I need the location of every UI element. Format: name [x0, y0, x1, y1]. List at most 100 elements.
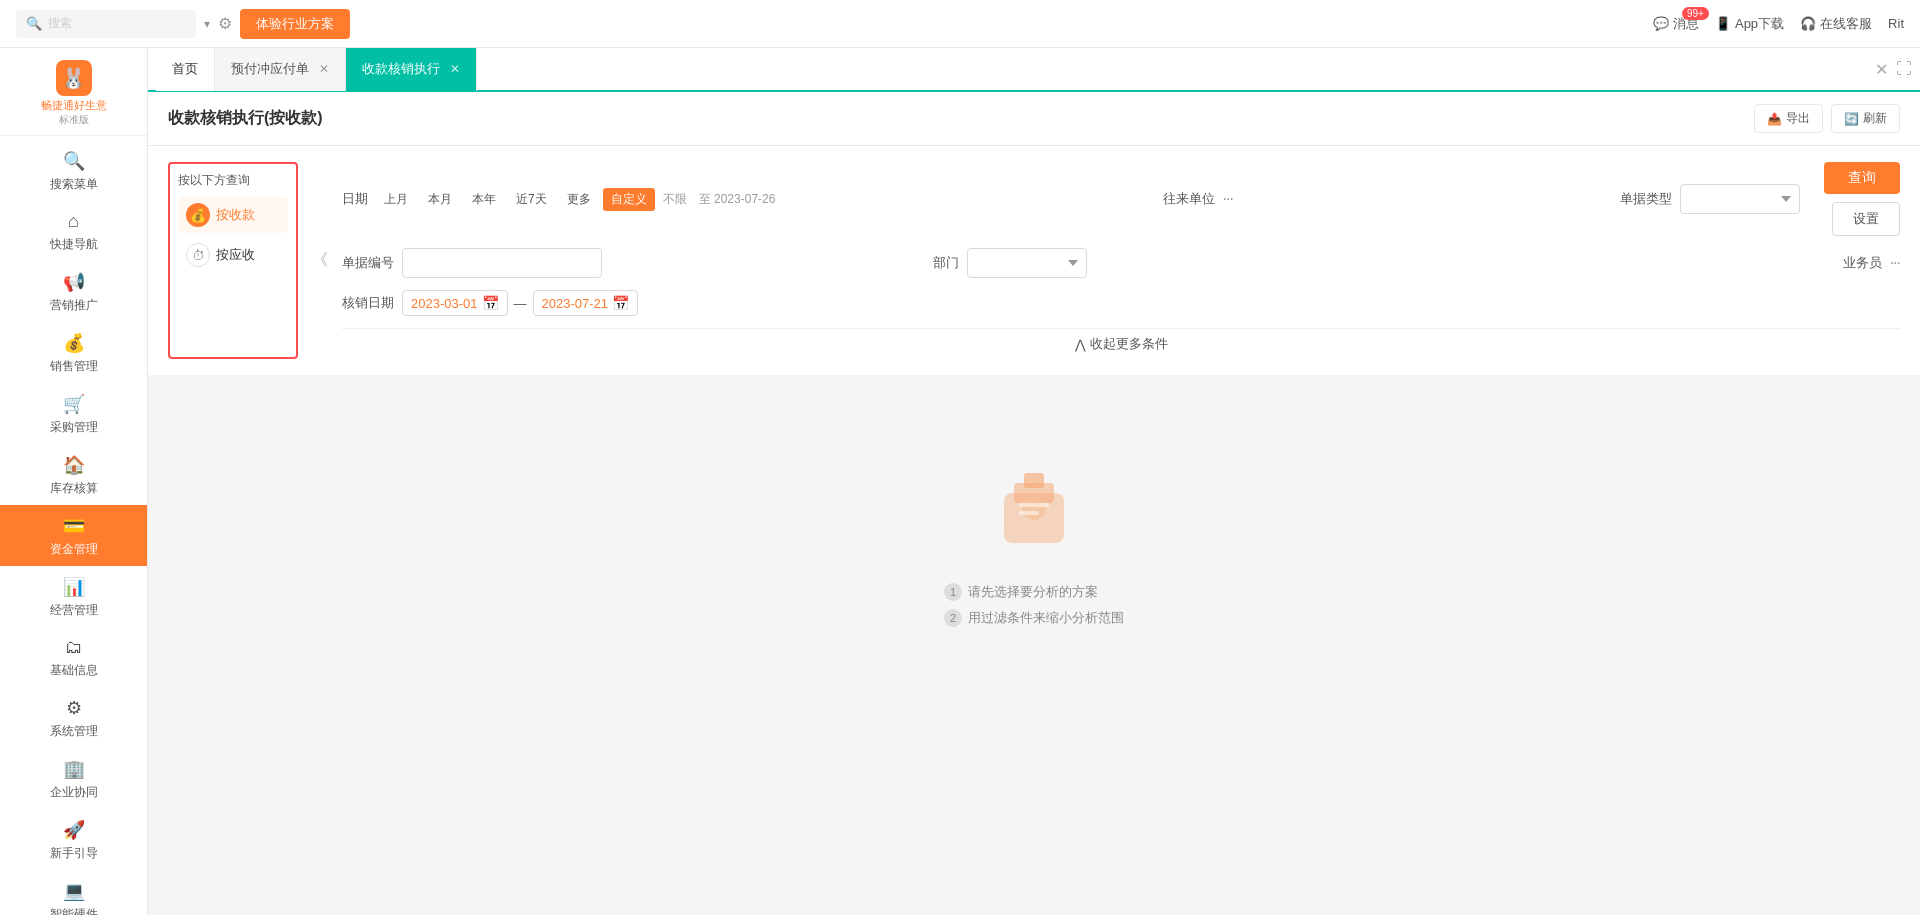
tab-prepay[interactable]: 预付冲应付单✕	[215, 48, 346, 91]
empty-tip-1: 2 用过滤条件来缩小分析范围	[944, 605, 1124, 631]
tab-bar: 首页预付冲应付单✕ 收款核销执行 ✕ ✕ ⛶	[148, 48, 1920, 92]
date-separator: —	[514, 296, 527, 311]
tab-close-prepay[interactable]: ✕	[319, 62, 329, 76]
verify-date-range: 2023-03-01 📅 — 2023-07-21 📅	[402, 290, 638, 316]
verify-date-start-input[interactable]: 2023-03-01 📅	[402, 290, 508, 316]
basic-icon: 🗂	[65, 637, 83, 658]
basic-label: 基础信息	[50, 662, 98, 679]
sidebar-item-marketing[interactable]: 📢 营销推广	[0, 261, 147, 322]
sidebar-item-system[interactable]: ⚙ 系统管理	[0, 687, 147, 748]
logo-icon: 🐰	[56, 60, 92, 96]
sidebar-item-enterprise[interactable]: 🏢 企业协同	[0, 748, 147, 809]
doc-type-label: 单据类型	[1620, 190, 1672, 208]
by-receipt-label: 按收款	[216, 206, 255, 224]
marketing-label: 营销推广	[50, 297, 98, 314]
staff-field: 业务员 ···	[1843, 254, 1900, 272]
export-icon: 📤	[1767, 112, 1782, 126]
verify-date-field: 核销日期 2023-03-01 📅 — 2023-07-21	[342, 290, 638, 316]
collapse-left-icon: 《	[312, 250, 328, 271]
app-download-item[interactable]: 📱 App下载	[1715, 15, 1784, 33]
operation-icon: 📊	[63, 576, 85, 598]
date-this-month[interactable]: 本月	[420, 188, 460, 211]
date-custom[interactable]: 自定义	[603, 188, 655, 211]
query-button[interactable]: 查询	[1824, 162, 1900, 194]
collapse-more-btn[interactable]: ⋀ 收起更多条件	[342, 328, 1900, 359]
filter-main: 日期 上月 本月 本年 近7天 更多 自定义 不限	[342, 162, 1900, 359]
settings-icon[interactable]: ⚙	[218, 14, 232, 33]
message-icon: 💬	[1653, 16, 1669, 31]
refresh-button[interactable]: 🔄 刷新	[1831, 104, 1900, 133]
sidebar-item-hardware[interactable]: 💻 智能硬件	[0, 870, 147, 915]
sidebar-item-guide[interactable]: 🚀 新手引导	[0, 809, 147, 870]
verify-date-end-input[interactable]: 2023-07-21 📅	[533, 290, 639, 316]
doc-no-field: 单据编号	[342, 248, 602, 278]
date-options: 上月 本月 本年 近7天 更多 自定义	[376, 188, 655, 211]
tab-label-receipt: 收款核销执行	[362, 60, 440, 78]
filter-by-receivable[interactable]: ⏱ 按应收	[178, 237, 288, 273]
close-tab-action[interactable]: ✕	[1875, 60, 1888, 79]
search-box[interactable]: 🔍 搜索	[16, 10, 196, 38]
dept-label: 部门	[933, 254, 959, 272]
date-last-7-days[interactable]: 近7天	[508, 188, 555, 211]
user-name-item[interactable]: Rit	[1888, 16, 1904, 31]
refresh-icon: 🔄	[1844, 112, 1859, 126]
date-more[interactable]: 更多	[559, 188, 599, 211]
filter-settings-button[interactable]: 设置	[1832, 202, 1900, 236]
sidebar-logo: 🐰 畅捷通好生意 标准版	[0, 48, 147, 136]
staff-dots[interactable]: ···	[1890, 254, 1900, 272]
logo-version: 标准版	[59, 113, 89, 127]
empty-tip-0: 1 请先选择要分析的方案	[944, 579, 1124, 605]
filter-row-2: 单据编号 部门	[342, 248, 1900, 278]
search-chevron-icon[interactable]: ▾	[204, 17, 210, 31]
export-button[interactable]: 📤 导出	[1754, 104, 1823, 133]
system-label: 系统管理	[50, 723, 98, 740]
tab-home[interactable]: 首页	[156, 48, 215, 91]
calendar-end-icon: 📅	[612, 295, 629, 311]
content-area: 首页预付冲应付单✕ 收款核销执行 ✕ ✕ ⛶ 收款核销执行(按收款) 📤 导出 🔄 …	[148, 48, 1920, 915]
top-bar-right: 💬 消息 99+ 📱 App下载 🎧 在线客服 Rit	[1653, 15, 1904, 33]
verify-date-label: 核销日期	[342, 294, 394, 312]
dept-select[interactable]	[967, 248, 1087, 278]
staff-label: 业务员	[1843, 254, 1882, 272]
tab-close-receipt[interactable]: ✕	[450, 62, 460, 76]
filter-collapse-btn[interactable]: 《	[310, 162, 330, 359]
doc-no-input[interactable]	[402, 248, 602, 278]
sidebar-item-sales[interactable]: 💰 销售管理	[0, 322, 147, 383]
by-receipt-icon: 💰	[186, 203, 210, 227]
filter-by-receipt[interactable]: 💰 按收款	[178, 197, 288, 233]
enterprise-icon: 🏢	[63, 758, 85, 780]
top-bar-left: 🔍 搜索 ▾ ⚙ 体验行业方案	[16, 9, 1645, 39]
sidebar-item-search-menu[interactable]: 🔍 搜索菜单	[0, 140, 147, 201]
date-last-month[interactable]: 上月	[376, 188, 416, 211]
top-bar: 🔍 搜索 ▾ ⚙ 体验行业方案 💬 消息 99+ 📱 App下载 🎧 在线客服 …	[0, 0, 1920, 48]
quick-nav-label: 快捷导航	[50, 236, 98, 253]
counterparty-label: 往来单位	[1163, 190, 1215, 208]
purchase-icon: 🛒	[63, 393, 85, 415]
verify-date-start-text: 2023-03-01	[411, 296, 478, 311]
sidebar-item-quick-nav[interactable]: ⌂ 快捷导航	[0, 201, 147, 261]
sidebar-item-finance[interactable]: 💳 资金管理	[0, 505, 147, 566]
expand-tab-action[interactable]: ⛶	[1896, 60, 1912, 78]
date-this-year[interactable]: 本年	[464, 188, 504, 211]
doc-type-select[interactable]	[1680, 184, 1800, 214]
doc-no-label: 单据编号	[342, 254, 394, 272]
message-badge-item[interactable]: 💬 消息 99+	[1653, 15, 1699, 33]
tab-receipt[interactable]: 收款核销执行 ✕	[346, 48, 477, 91]
collapse-label: 收起更多条件	[1090, 335, 1168, 353]
counterparty-field: 往来单位 ···	[1163, 190, 1233, 208]
counterparty-dots[interactable]: ···	[1223, 190, 1233, 208]
solution-button[interactable]: 体验行业方案	[240, 9, 350, 39]
verify-date-end-text: 2023-07-21	[542, 296, 609, 311]
sidebar-nav: 🔍 搜索菜单 ⌂ 快捷导航 📢 营销推广 💰 销售管理 🛒 采购管理 🏠 库存核…	[0, 136, 147, 915]
date-to-label: 至 2023-07-26	[699, 191, 776, 208]
page-header: 收款核销执行(按收款) 📤 导出 🔄 刷新	[148, 92, 1920, 146]
filter-sidebar-title: 按以下方查询	[178, 172, 288, 189]
online-service-item[interactable]: 🎧 在线客服	[1800, 15, 1872, 33]
sidebar-item-basic[interactable]: 🗂 基础信息	[0, 627, 147, 687]
operation-label: 经营管理	[50, 602, 98, 619]
empty-illustration	[974, 443, 1094, 563]
sidebar-item-inventory[interactable]: 🏠 库存核算	[0, 444, 147, 505]
sidebar-item-operation[interactable]: 📊 经营管理	[0, 566, 147, 627]
tip-text-0: 请先选择要分析的方案	[968, 579, 1098, 605]
sidebar-item-purchase[interactable]: 🛒 采购管理	[0, 383, 147, 444]
